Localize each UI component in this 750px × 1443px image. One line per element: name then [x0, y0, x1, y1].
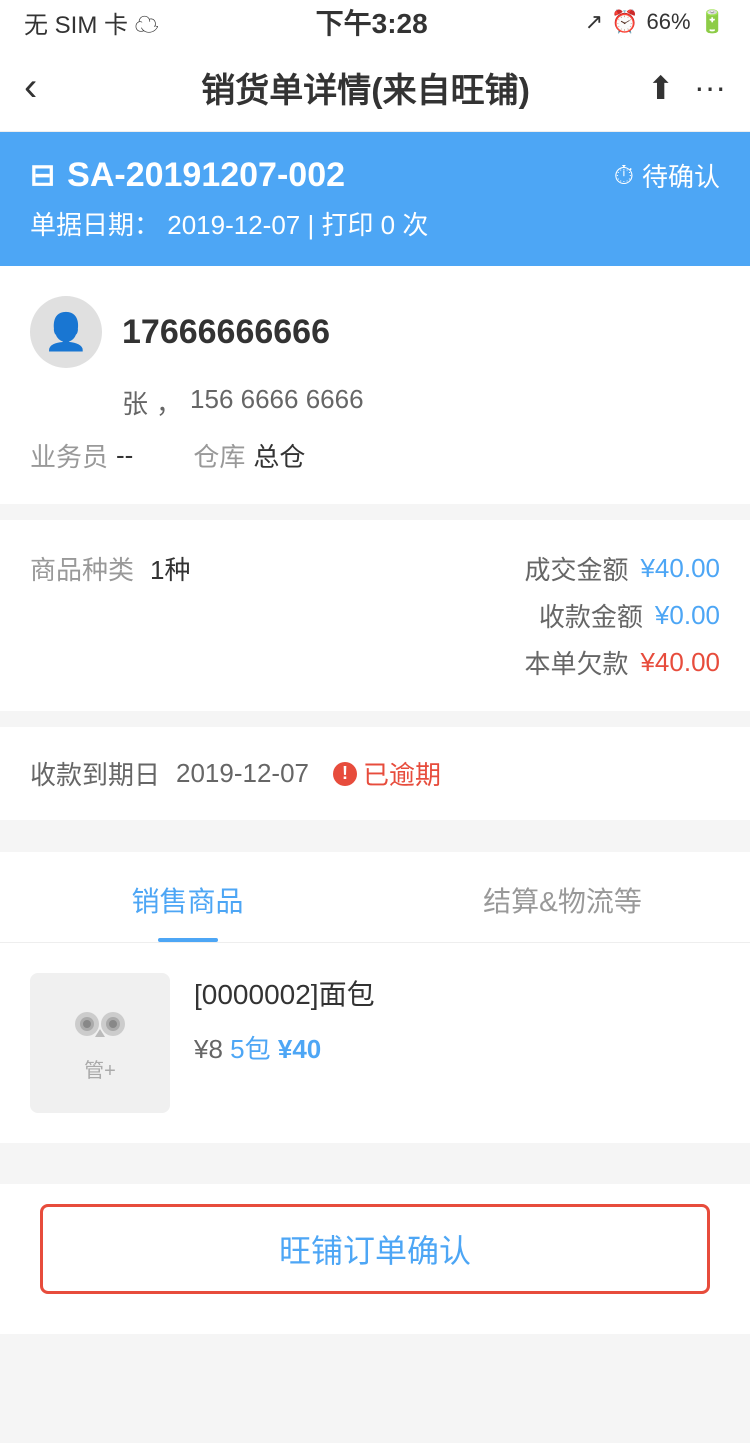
order-id-text: SA-20191207-002: [67, 156, 345, 195]
received-value: ¥0.00: [655, 600, 720, 631]
warehouse-value: 总仓: [253, 437, 305, 474]
warehouse-item: 仓库 总仓: [193, 437, 305, 474]
customer-name-text: 张: [122, 384, 148, 421]
more-button[interactable]: ···: [694, 69, 726, 106]
product-total: ¥40: [278, 1034, 321, 1064]
nav-bar: ‹ 销货单详情(来自旺铺) ⬆ ···: [0, 44, 750, 132]
product-name: [0000002]面包: [194, 973, 720, 1013]
order-header-banner: ⊟ SA-20191207-002 ⏱ 待确认 单据日期： 2019-12-07…: [0, 132, 750, 266]
status-left: 无 SIM 卡 ☁: [24, 5, 159, 40]
tab-sales-products[interactable]: 销售商品: [0, 852, 375, 942]
bottom-bar: 旺铺订单确认: [0, 1184, 750, 1334]
customer-section: 👤 17666666666 张 ， 156 6666 6666 业务员 -- 仓…: [0, 266, 750, 504]
back-button[interactable]: ‹: [24, 65, 84, 110]
tabs-section: 销售商品 结算&物流等: [0, 852, 750, 943]
confirm-button[interactable]: 旺铺订单确认: [40, 1204, 710, 1294]
product-price-row: ¥8 5包 ¥40: [194, 1029, 720, 1066]
customer-separator: ，: [156, 384, 182, 421]
owed-row: 本单欠款 ¥40.00: [524, 644, 720, 681]
owed-value: ¥40.00: [640, 647, 720, 678]
amount-row: 成交金额 ¥40.00: [524, 550, 720, 587]
received-row: 收款金额 ¥0.00: [539, 597, 720, 634]
order-header-top: ⊟ SA-20191207-002 ⏱ 待确认: [30, 156, 720, 195]
customer-alt-phone: 156 6666 6666: [190, 384, 364, 421]
order-id: ⊟ SA-20191207-002: [30, 156, 345, 195]
avatar-icon: 👤: [44, 311, 89, 353]
customer-phone: 17666666666: [122, 313, 330, 352]
logo-plus-text: 管+: [84, 1054, 116, 1083]
due-label: 收款到期日: [30, 755, 160, 792]
product-logo: 管+: [65, 1004, 135, 1083]
no-sim-text: 无 SIM 卡 ☁: [24, 5, 159, 40]
avatar: 👤: [30, 296, 102, 368]
due-date: 2019-12-07: [176, 758, 309, 789]
location-icon: ↗: [585, 9, 603, 35]
share-button[interactable]: ⬆: [647, 69, 674, 107]
alarm-icon: ⏰: [611, 9, 638, 35]
product-price: ¥8: [194, 1034, 223, 1064]
overdue-text: 已逾期: [363, 755, 441, 792]
battery-text: 66%: [647, 9, 691, 35]
amount-value: ¥40.00: [640, 553, 720, 584]
tab-settlement[interactable]: 结算&物流等: [375, 852, 750, 942]
overdue-icon: !: [333, 762, 357, 786]
product-type-value: 1种: [150, 550, 190, 587]
status-right: ↗ ⏰ 66% 🔋: [585, 9, 726, 35]
product-info: [0000002]面包 ¥8 5包 ¥40: [194, 973, 720, 1066]
summary-section: 商品种类 1种 成交金额 ¥40.00 收款金额 ¥0.00 本单欠款 ¥40.…: [0, 520, 750, 711]
customer-meta-row: 业务员 -- 仓库 总仓: [30, 437, 720, 474]
amount-label: 成交金额: [524, 550, 628, 587]
warehouse-label: 仓库: [193, 437, 245, 474]
sales-item: 业务员 --: [30, 437, 133, 474]
battery-icon: 🔋: [699, 9, 726, 35]
customer-name-row: 张 ， 156 6666 6666: [30, 384, 720, 421]
page-title: 销货单详情(来自旺铺): [84, 63, 647, 112]
product-quantity: 5包: [230, 1034, 270, 1064]
sales-value: --: [116, 440, 133, 471]
divider: [0, 836, 750, 852]
order-icon: ⊟: [30, 158, 55, 193]
owed-label: 本单欠款: [524, 644, 628, 681]
customer-row: 👤 17666666666: [30, 296, 720, 368]
sales-label: 业务员: [30, 437, 108, 474]
overdue-badge: ! 已逾期: [333, 755, 441, 792]
nav-actions: ⬆ ···: [647, 69, 726, 107]
summary-right: 成交金额 ¥40.00 收款金额 ¥0.00 本单欠款 ¥40.00: [524, 550, 720, 681]
due-section: 收款到期日 2019-12-07 ! 已逾期: [0, 727, 750, 820]
product-image: 管+: [30, 973, 170, 1113]
order-status: ⏱ 待确认: [614, 157, 720, 194]
product-type-label: 商品种类: [30, 550, 134, 587]
product-section: 管+ [0000002]面包 ¥8 5包 ¥40: [0, 943, 750, 1143]
summary-left: 商品种类 1种: [30, 550, 190, 587]
status-text: 待确认: [642, 157, 720, 194]
tabs-row: 销售商品 结算&物流等: [0, 852, 750, 943]
status-bar: 无 SIM 卡 ☁ 下午3:28 ↗ ⏰ 66% 🔋: [0, 0, 750, 44]
received-label: 收款金额: [539, 597, 643, 634]
order-date: 单据日期： 2019-12-07 | 打印 0 次: [30, 205, 720, 242]
status-time: 下午3:28: [316, 2, 428, 42]
clock-icon: ⏱: [614, 160, 634, 192]
product-item: 管+ [0000002]面包 ¥8 5包 ¥40: [30, 973, 720, 1113]
